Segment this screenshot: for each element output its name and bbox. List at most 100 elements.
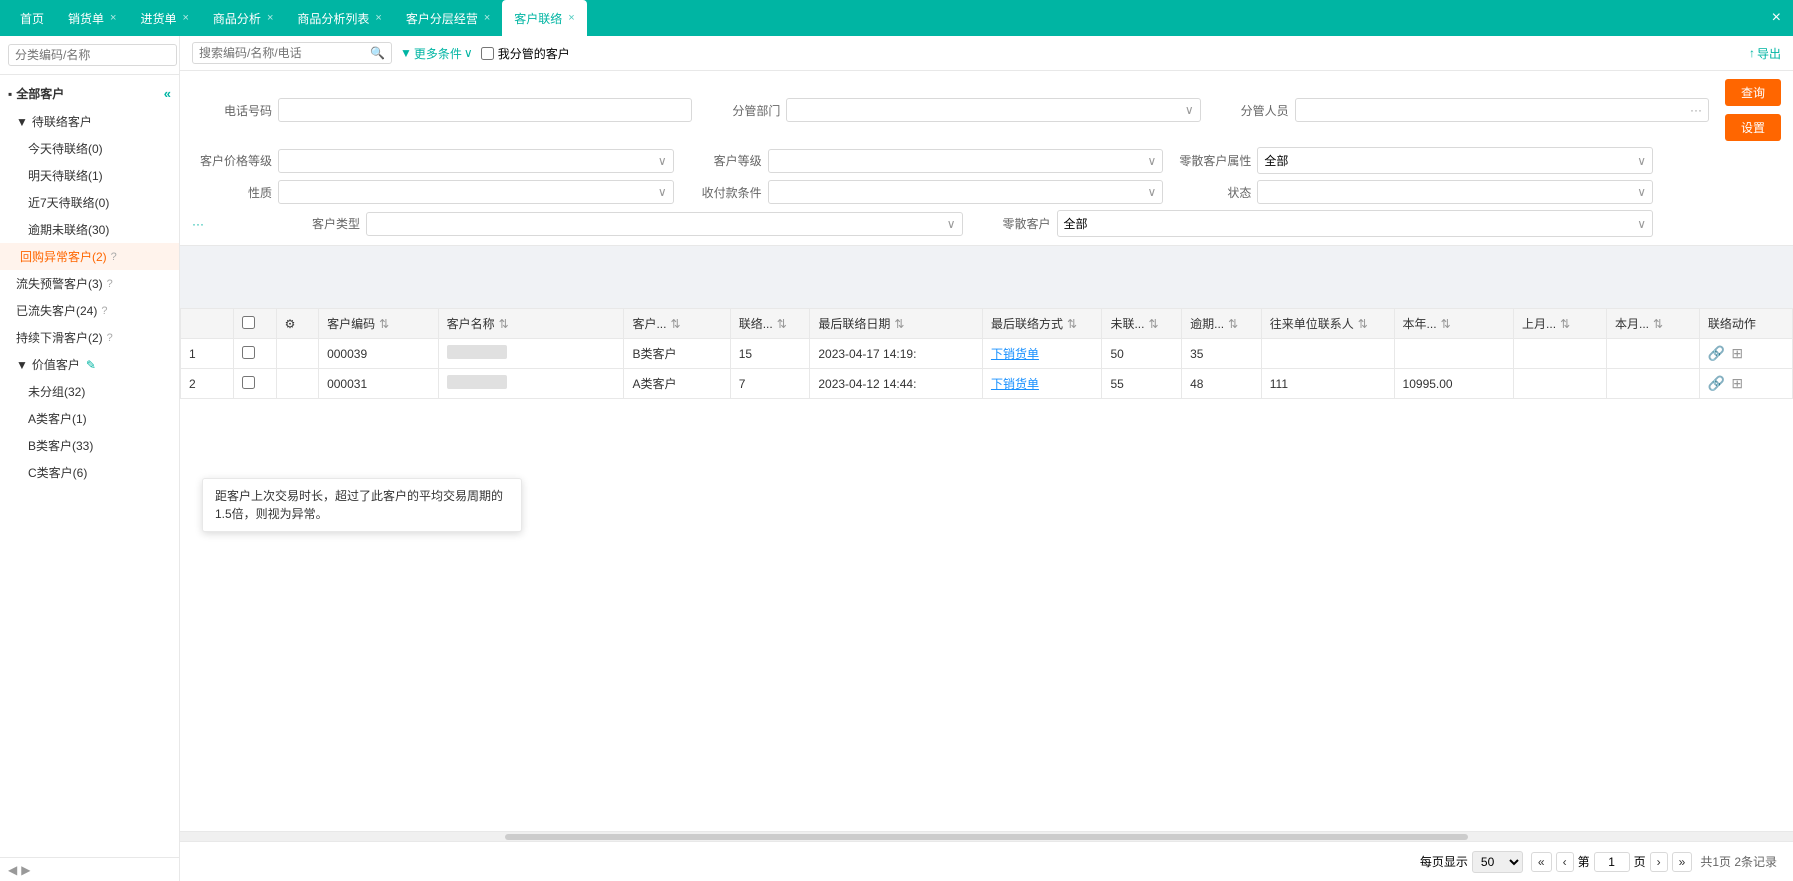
name-masked-2 xyxy=(447,375,507,389)
prev-page-btn[interactable]: ‹ xyxy=(1556,852,1574,872)
scatter-cust-select[interactable]: 全部 ∨ xyxy=(1057,210,1654,237)
h-scroll-thumb[interactable] xyxy=(505,834,1468,840)
page-number-input[interactable] xyxy=(1594,852,1630,872)
nav-customer-contact[interactable]: 客户联络 × xyxy=(502,0,586,36)
sidebar-tree-root[interactable]: ▪ 全部客户 « xyxy=(0,79,179,108)
nav-customer-seg-close[interactable]: × xyxy=(484,12,490,24)
nav-analysis-list[interactable]: 商品分析列表 × xyxy=(285,0,393,36)
th-thisyear: 本年... ⇅ xyxy=(1394,309,1514,339)
content-area: 🔍 ▼ 更多条件 ∨ 我分管的客户 ↑ 导出 电话号码 xyxy=(180,36,1793,881)
cell-lastway-1[interactable]: 下销货单 xyxy=(982,339,1102,369)
sidebar-item-c-class[interactable]: C类客户(6) xyxy=(12,459,179,486)
cust-grade-select[interactable]: ∨ xyxy=(768,149,1164,173)
filter-search-icon[interactable]: 🔍 xyxy=(370,46,385,60)
window-close-button[interactable]: × xyxy=(1772,9,1781,27)
payment-select[interactable]: ∨ xyxy=(768,180,1164,204)
export-button[interactable]: ↑ 导出 xyxy=(1749,45,1781,62)
sidebar-item-repurchase[interactable]: 回购异常客户(2) ? xyxy=(0,243,179,270)
value-edit-icon[interactable]: ✎ xyxy=(86,358,96,372)
price-grade-select[interactable]: ∨ xyxy=(278,149,674,173)
my-customer-checkbox[interactable] xyxy=(481,47,494,60)
churn-warn-help-icon[interactable]: ? xyxy=(107,278,113,290)
sidebar-item-tomorrow[interactable]: 明天待联络(1) xyxy=(12,162,179,189)
horizontal-scrollbar[interactable] xyxy=(180,831,1793,841)
sidebar-item-ungroup[interactable]: 未分组(32) xyxy=(12,378,179,405)
code-sort-icon[interactable]: ⇅ xyxy=(379,317,389,331)
sidebar-item-churned[interactable]: 已流失客户(24) ? xyxy=(0,297,179,324)
nature-select[interactable]: ∨ xyxy=(278,180,674,204)
sidebar-search-input[interactable] xyxy=(8,44,177,66)
lastdate-sort-icon[interactable]: ⇅ xyxy=(894,317,904,331)
sidebar-collapse-icon[interactable]: « xyxy=(164,86,171,101)
sidebar-value-header[interactable]: ▼ 价值客户 ✎ xyxy=(0,351,179,378)
status-select[interactable]: ∨ xyxy=(1257,180,1653,204)
lastway-link-1[interactable]: 下销货单 xyxy=(991,347,1039,361)
cell-seq-2: 2 xyxy=(181,369,234,399)
repurchase-help-icon[interactable]: ? xyxy=(111,251,117,263)
last-page-btn[interactable]: » xyxy=(1672,852,1693,872)
nav-analysis[interactable]: 商品分析 × xyxy=(201,0,285,36)
thisyear-sort-icon[interactable]: ⇅ xyxy=(1441,317,1451,331)
nav-analysis-list-close[interactable]: × xyxy=(375,12,381,24)
contact-sort-icon[interactable]: ⇅ xyxy=(777,317,787,331)
nav-home[interactable]: 首页 xyxy=(8,0,56,36)
nav-sales-close[interactable]: × xyxy=(110,12,116,24)
dept-select[interactable]: ∨ xyxy=(786,98,1200,122)
action-link-icon-1[interactable]: 🔗 xyxy=(1708,345,1725,362)
lastmonth-sort-icon[interactable]: ⇅ xyxy=(1560,317,1570,331)
lastway-link-2[interactable]: 下销货单 xyxy=(991,377,1039,391)
sidebar-item-b-class[interactable]: B类客户(33) xyxy=(12,432,179,459)
cell-lastway-2[interactable]: 下销货单 xyxy=(982,369,1102,399)
query-button[interactable]: 查询 xyxy=(1725,79,1781,106)
per-page-select[interactable]: 50 100 200 xyxy=(1472,851,1523,873)
person-select[interactable]: ··· xyxy=(1295,98,1709,122)
nav-sales[interactable]: 销货单 × xyxy=(56,0,128,36)
sidebar-item-a-class[interactable]: A类客户(1) xyxy=(12,405,179,432)
nav-customer-seg[interactable]: 客户分层经营 × xyxy=(394,0,502,36)
nav-purchase[interactable]: 进货单 × xyxy=(128,0,200,36)
action-grid-icon-1[interactable]: ⊞ xyxy=(1731,345,1743,362)
sidebar-item-declining[interactable]: 持续下滑客户(2) ? xyxy=(0,324,179,351)
sidebar-scroll-right[interactable]: ▶ xyxy=(21,863,30,877)
name-sort-icon[interactable]: ⇅ xyxy=(499,317,509,331)
th-gear[interactable]: ⚙ xyxy=(276,309,318,339)
row2-checkbox[interactable] xyxy=(242,376,255,389)
nav-analysis-close[interactable]: × xyxy=(267,12,273,24)
select-all-checkbox[interactable] xyxy=(242,316,255,329)
overdue-sort-icon[interactable]: ⇅ xyxy=(1228,317,1238,331)
notcontact-sort-icon[interactable]: ⇅ xyxy=(1148,317,1158,331)
sidebar-item-churn-warn[interactable]: 流失预警客户(3) ? xyxy=(0,270,179,297)
thismonth-sort-icon[interactable]: ⇅ xyxy=(1653,317,1663,331)
cust-type-select[interactable]: ∨ xyxy=(366,212,963,236)
my-customer-checkbox-area[interactable]: 我分管的客户 xyxy=(481,45,570,62)
churned-help-icon[interactable]: ? xyxy=(101,305,107,317)
first-page-btn[interactable]: « xyxy=(1531,852,1552,872)
cell-overdue-1: 35 xyxy=(1182,339,1262,369)
table-row: 1 000039 B类客户 15 2023-04-17 14:19: xyxy=(181,339,1793,369)
sidebar-group-pending: ▼ 待联络客户 今天待联络(0) 明天待联络(1) 近7天待联络(0) 逾期未联… xyxy=(0,108,179,243)
scatter-attr-select[interactable]: 全部 ∨ xyxy=(1257,147,1653,174)
settings-button[interactable]: 设置 xyxy=(1725,114,1781,141)
action-link-icon-2[interactable]: 🔗 xyxy=(1708,375,1725,392)
sidebar-item-7days[interactable]: 近7天待联络(0) xyxy=(12,189,179,216)
nav-customer-contact-close[interactable]: × xyxy=(568,12,574,24)
sidebar-item-overdue[interactable]: 逾期未联络(30) xyxy=(12,216,179,243)
sidebar-scroll-left[interactable]: ◀ xyxy=(8,863,17,877)
lastway-sort-icon[interactable]: ⇅ xyxy=(1067,317,1077,331)
phone-input[interactable] xyxy=(278,98,692,122)
row1-checkbox[interactable] xyxy=(242,346,255,359)
cell-notcontact-2: 55 xyxy=(1102,369,1182,399)
action-grid-icon-2[interactable]: ⊞ xyxy=(1731,375,1743,392)
nav-purchase-close[interactable]: × xyxy=(182,12,188,24)
declining-help-icon[interactable]: ? xyxy=(107,332,113,344)
sidebar-item-today[interactable]: 今天待联络(0) xyxy=(12,135,179,162)
sidebar-pending-header[interactable]: ▼ 待联络客户 xyxy=(0,108,179,135)
more-conditions-btn[interactable]: ▼ 更多条件 ∨ xyxy=(400,45,473,62)
type-sort-icon[interactable]: ⇅ xyxy=(670,317,680,331)
gear-icon[interactable]: ⚙ xyxy=(285,317,296,331)
next-page-btn[interactable]: › xyxy=(1650,852,1668,872)
filter-search-input[interactable] xyxy=(199,46,370,60)
filter-more-dots[interactable]: ··· xyxy=(192,217,204,231)
liaison-sort-icon[interactable]: ⇅ xyxy=(1358,317,1368,331)
filter-scatter-attr: 零散客户属性 全部 ∨ xyxy=(1171,147,1653,174)
